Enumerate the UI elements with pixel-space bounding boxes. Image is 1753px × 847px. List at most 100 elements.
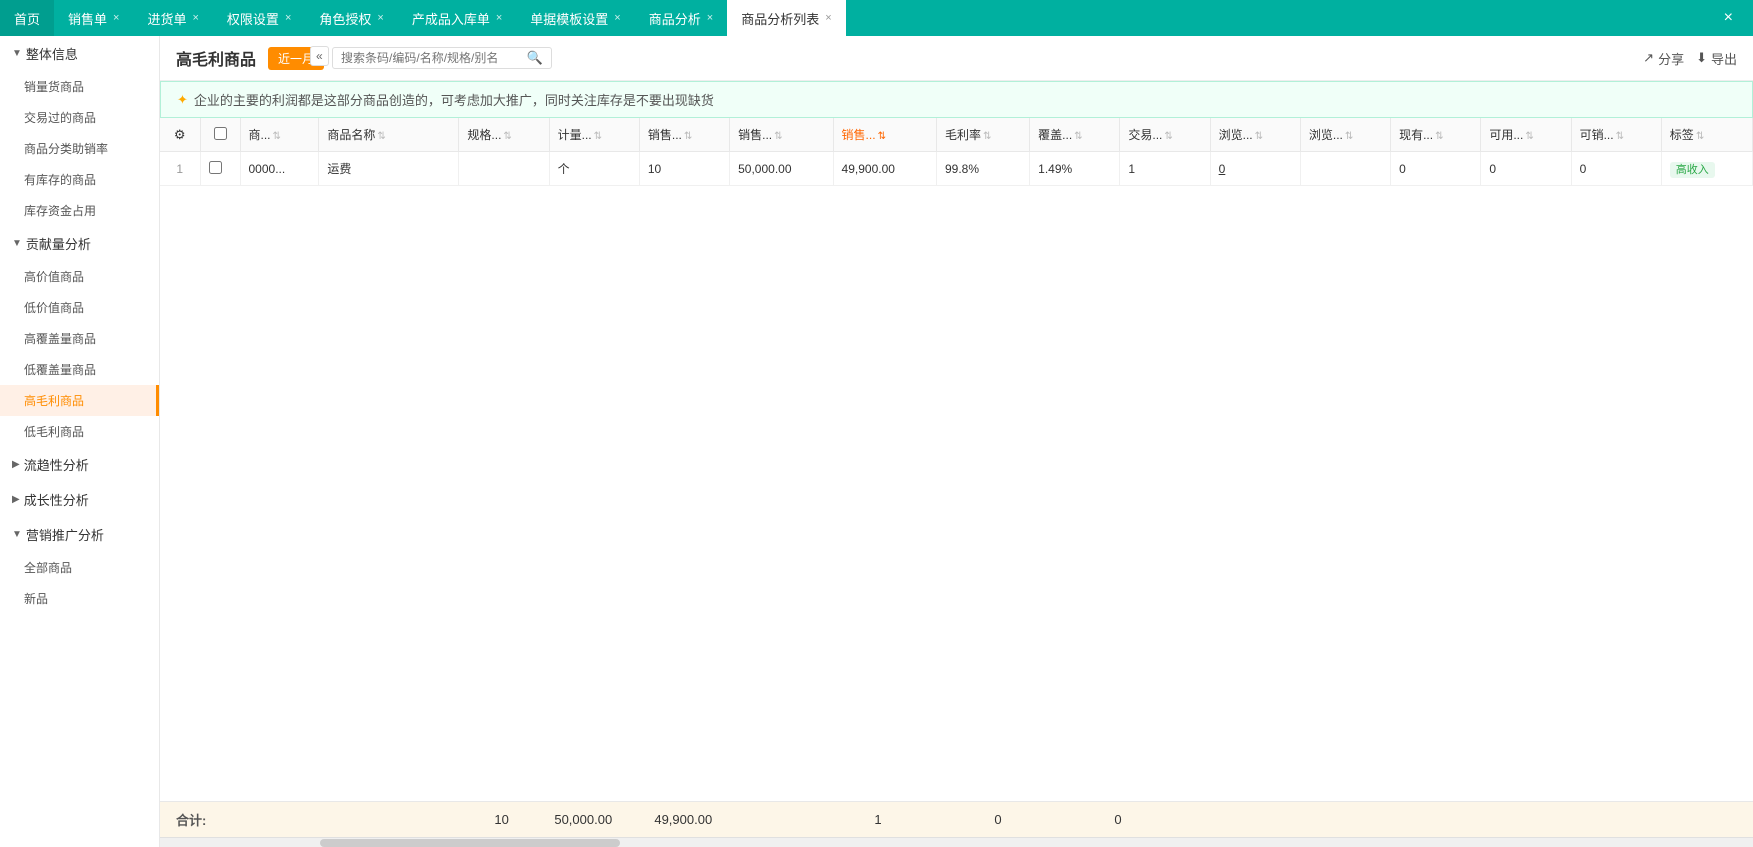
nav-purchase-order[interactable]: 进货单 ×: [133, 0, 212, 36]
main-container: ▼ 整体信息 销量货商品 交易过的商品 商品分类助销率 有库存的商品 库存资金占…: [0, 36, 1753, 847]
top-navigation: 首页 销售单 × 进货单 × 权限设置 × 角色授权 × 产成品入库单 × 单据…: [0, 0, 1753, 36]
close-purchase-order[interactable]: ×: [192, 12, 198, 24]
info-banner: ✦ 企业的主要的利润都是这部分商品创造的，可考虑加大推广，同时关注库存是不要出现…: [160, 81, 1753, 118]
row-tag: 高收入: [1661, 152, 1752, 186]
row-num: 1: [160, 152, 200, 186]
footer-sales-amt1: 50,000.00: [546, 812, 646, 827]
col-browse1[interactable]: 浏览...⇅: [1210, 118, 1300, 152]
row-checkbox[interactable]: [200, 152, 240, 186]
col-gross-rate[interactable]: 毛利率⇅: [936, 118, 1029, 152]
sidebar-item-stocked-goods[interactable]: 有库存的商品: [0, 164, 159, 195]
sidebar-item-traded-goods[interactable]: 交易过的商品: [0, 102, 159, 133]
footer-transactions: 1: [866, 812, 926, 827]
nav-permission-settings[interactable]: 权限设置 ×: [213, 0, 305, 36]
row-current-stock: 0: [1391, 152, 1481, 186]
info-icon: ✦: [177, 92, 188, 108]
sidebar-group-trend[interactable]: ▶ 流趋性分析: [0, 447, 159, 482]
content-header: 高毛利商品 近一月 🔍 ↗ 分享 ⬇ 导出: [160, 36, 1753, 81]
sidebar-item-new-goods[interactable]: 新品: [0, 583, 159, 614]
col-tag[interactable]: 标签⇅: [1661, 118, 1752, 152]
col-available[interactable]: 可用...⇅: [1481, 118, 1571, 152]
nav-home[interactable]: 首页: [0, 0, 54, 36]
horizontal-scrollbar[interactable]: [160, 837, 1753, 847]
nav-product-analysis-list[interactable]: 商品分析列表 ×: [727, 0, 845, 36]
sidebar-item-high-value[interactable]: 高价值商品: [0, 261, 159, 292]
nav-product-inbound[interactable]: 产成品入库单 ×: [398, 0, 516, 36]
sidebar-collapse-btn[interactable]: «: [310, 46, 329, 66]
search-icon[interactable]: 🔍: [527, 50, 543, 66]
sidebar-group-contribution[interactable]: ▼ 贡献量分析: [0, 226, 159, 261]
close-product-inbound[interactable]: ×: [496, 12, 502, 24]
row-gross-rate: 99.8%: [936, 152, 1029, 186]
col-unit[interactable]: 计量...⇅: [549, 118, 639, 152]
footer-current-stock: 0: [1106, 812, 1166, 827]
col-saleable[interactable]: 可销...⇅: [1571, 118, 1661, 152]
sidebar-item-high-coverage[interactable]: 高覆盖量商品: [0, 323, 159, 354]
row-transactions: 1: [1120, 152, 1210, 186]
sidebar-item-high-margin[interactable]: 高毛利商品: [0, 385, 159, 416]
search-input[interactable]: [341, 51, 527, 65]
close-product-analysis[interactable]: ×: [707, 12, 713, 24]
close-role-auth[interactable]: ×: [377, 12, 383, 24]
col-code[interactable]: 商...⇅: [240, 118, 319, 152]
col-coverage[interactable]: 覆盖...⇅: [1030, 118, 1120, 152]
col-sales-qty[interactable]: 销售...⇅: [639, 118, 729, 152]
col-transactions[interactable]: 交易...⇅: [1120, 118, 1210, 152]
export-btn[interactable]: ⬇ 导出: [1696, 49, 1737, 68]
row-sales-qty: 10: [639, 152, 729, 186]
row-sales-amt1: 50,000.00: [730, 152, 833, 186]
scrollbar-thumb[interactable]: [320, 839, 620, 847]
close-sales-order[interactable]: ×: [113, 12, 119, 24]
search-box: 🔍: [332, 47, 552, 69]
sidebar-item-low-margin[interactable]: 低毛利商品: [0, 416, 159, 447]
col-sales-amt1[interactable]: 销售...⇅: [730, 118, 833, 152]
arrow-growth: ▶: [12, 494, 20, 505]
select-all-checkbox[interactable]: [214, 127, 227, 140]
sidebar-item-all-goods[interactable]: 全部商品: [0, 552, 159, 583]
row-name: 运费: [319, 152, 459, 186]
row-saleable: 0: [1571, 152, 1661, 186]
arrow-marketing: ▼: [12, 529, 22, 540]
row-browse2: [1300, 152, 1390, 186]
nav-role-auth[interactable]: 角色授权 ×: [305, 0, 397, 36]
checkbox-col-header: [200, 118, 240, 152]
settings-icon[interactable]: ⚙: [174, 127, 186, 142]
col-sales-amt2[interactable]: 销售...⇅: [833, 118, 936, 152]
sidebar-item-sales-goods[interactable]: 销量货商品: [0, 71, 159, 102]
arrow-trend: ▶: [12, 459, 20, 470]
row-code: 0000...: [240, 152, 319, 186]
share-btn[interactable]: ↗ 分享: [1643, 49, 1684, 68]
close-template-settings[interactable]: ×: [614, 12, 620, 24]
col-name[interactable]: 商品名称⇅: [319, 118, 459, 152]
sidebar-group-growth[interactable]: ▶ 成长性分析: [0, 482, 159, 517]
row-browse1[interactable]: 0: [1210, 152, 1300, 186]
row-sales-amt2: 49,900.00: [833, 152, 936, 186]
close-window-btn[interactable]: ×: [1714, 9, 1743, 26]
table-body: 1 0000... 运费 个 10 50,000.00 49,900.00 99…: [160, 152, 1753, 186]
col-current-stock[interactable]: 现有...⇅: [1391, 118, 1481, 152]
sidebar-group-marketing[interactable]: ▼ 营销推广分析: [0, 517, 159, 552]
data-table: ⚙ 商...⇅ 商品名称⇅ 规格...⇅ 计量...⇅ 销售...⇅ 销售...…: [160, 118, 1753, 186]
table-header-row: ⚙ 商...⇅ 商品名称⇅ 规格...⇅ 计量...⇅ 销售...⇅ 销售...…: [160, 118, 1753, 152]
sidebar: ▼ 整体信息 销量货商品 交易过的商品 商品分类助销率 有库存的商品 库存资金占…: [0, 36, 160, 847]
table-row[interactable]: 1 0000... 运费 个 10 50,000.00 49,900.00 99…: [160, 152, 1753, 186]
close-product-analysis-list[interactable]: ×: [825, 12, 831, 24]
header-actions: ↗ 分享 ⬇ 导出: [1643, 49, 1737, 68]
col-spec[interactable]: 规格...⇅: [459, 118, 549, 152]
row-unit: 个: [549, 152, 639, 186]
row-spec: [459, 152, 549, 186]
footer-bar: 合计: 10 50,000.00 49,900.00 1 0 0: [160, 801, 1753, 837]
sidebar-item-low-value[interactable]: 低价值商品: [0, 292, 159, 323]
sidebar-item-stock-capital[interactable]: 库存资金占用: [0, 195, 159, 226]
settings-col-header[interactable]: ⚙: [160, 118, 200, 152]
nav-template-settings[interactable]: 单据模板设置 ×: [516, 0, 634, 36]
col-browse2[interactable]: 浏览...⇅: [1300, 118, 1390, 152]
nav-product-analysis[interactable]: 商品分析 ×: [635, 0, 727, 36]
nav-sales-order[interactable]: 销售单 ×: [54, 0, 133, 36]
arrow-contribution: ▼: [12, 238, 22, 249]
sidebar-item-category-rate[interactable]: 商品分类助销率: [0, 133, 159, 164]
sidebar-item-low-coverage[interactable]: 低覆盖量商品: [0, 354, 159, 385]
footer-sales-amt2: 49,900.00: [646, 812, 746, 827]
close-permission-settings[interactable]: ×: [285, 12, 291, 24]
sidebar-group-overall[interactable]: ▼ 整体信息: [0, 36, 159, 71]
